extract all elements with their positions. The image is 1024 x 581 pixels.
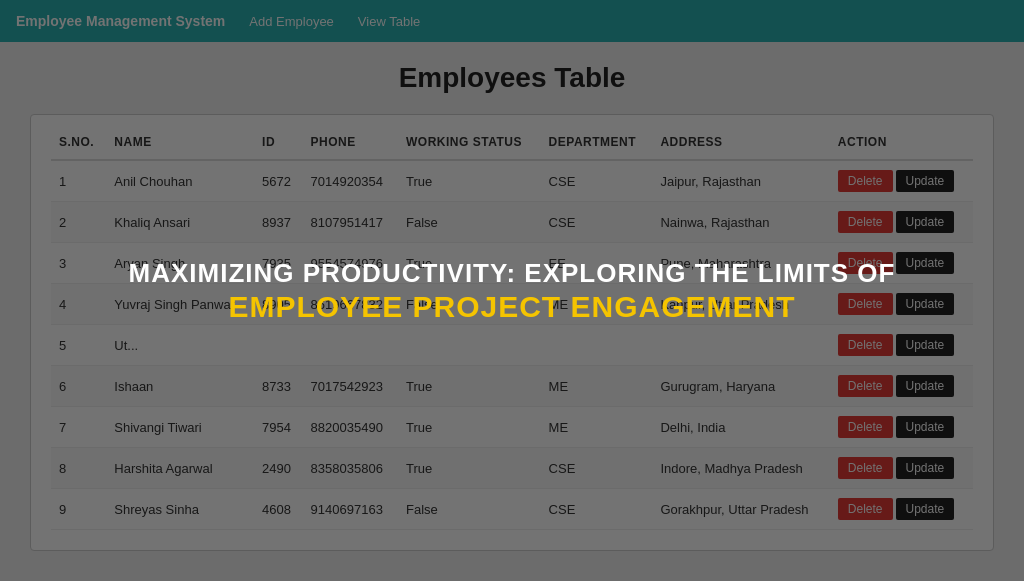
table-row: 8Harshita Agarwal24908358035806TrueCSEIn… [51,448,973,489]
update-button[interactable]: Update [896,211,955,233]
update-button[interactable]: Update [896,252,955,274]
col-phone: PHONE [303,125,398,160]
delete-button[interactable]: Delete [838,293,893,315]
update-button[interactable]: Update [896,416,955,438]
table-row: 1Anil Chouhan56727014920354TrueCSEJaipur… [51,160,973,202]
col-address: ADDRESS [652,125,829,160]
delete-button[interactable]: Delete [838,375,893,397]
table-row: 5Ut...DeleteUpdate [51,325,973,366]
table-header-row: S.NO. NAME ID PHONE WORKING STATUS DEPAR… [51,125,973,160]
app-title: Employee Management System [16,13,225,29]
delete-button[interactable]: Delete [838,211,893,233]
page-title: Employees Table [30,62,994,94]
table-row: 7Shivangi Tiwari79548820035490TrueMEDelh… [51,407,973,448]
col-sno: S.NO. [51,125,106,160]
delete-button[interactable]: Delete [838,498,893,520]
update-button[interactable]: Update [896,375,955,397]
delete-button[interactable]: Delete [838,416,893,438]
delete-button[interactable]: Delete [838,334,893,356]
update-button[interactable]: Update [896,293,955,315]
col-id: ID [254,125,303,160]
col-department: DEPARTMENT [541,125,653,160]
update-button[interactable]: Update [896,457,955,479]
table-row: 3Aryan Singh79359554574976TrueEEPune, Ma… [51,243,973,284]
table-row: 9Shreyas Sinha46089140697163FalseCSEGora… [51,489,973,530]
delete-button[interactable]: Delete [838,252,893,274]
delete-button[interactable]: Delete [838,457,893,479]
col-working-status: WORKING STATUS [398,125,541,160]
nav-add-employee[interactable]: Add Employee [249,14,334,29]
update-button[interactable]: Update [896,334,955,356]
nav-view-table[interactable]: View Table [358,14,420,29]
col-action: ACTION [830,125,973,160]
table-row: 2Khaliq Ansari89378107951417FalseCSENain… [51,202,973,243]
update-button[interactable]: Update [896,498,955,520]
delete-button[interactable]: Delete [838,170,893,192]
table-row: 6Ishaan87337017542923TrueMEGurugram, Har… [51,366,973,407]
col-name: NAME [106,125,254,160]
employees-table: S.NO. NAME ID PHONE WORKING STATUS DEPAR… [51,125,973,530]
update-button[interactable]: Update [896,170,955,192]
employees-table-container: S.NO. NAME ID PHONE WORKING STATUS DEPAR… [30,114,994,551]
table-row: 4Yuvraj Singh Panwar89058619667832FalseM… [51,284,973,325]
